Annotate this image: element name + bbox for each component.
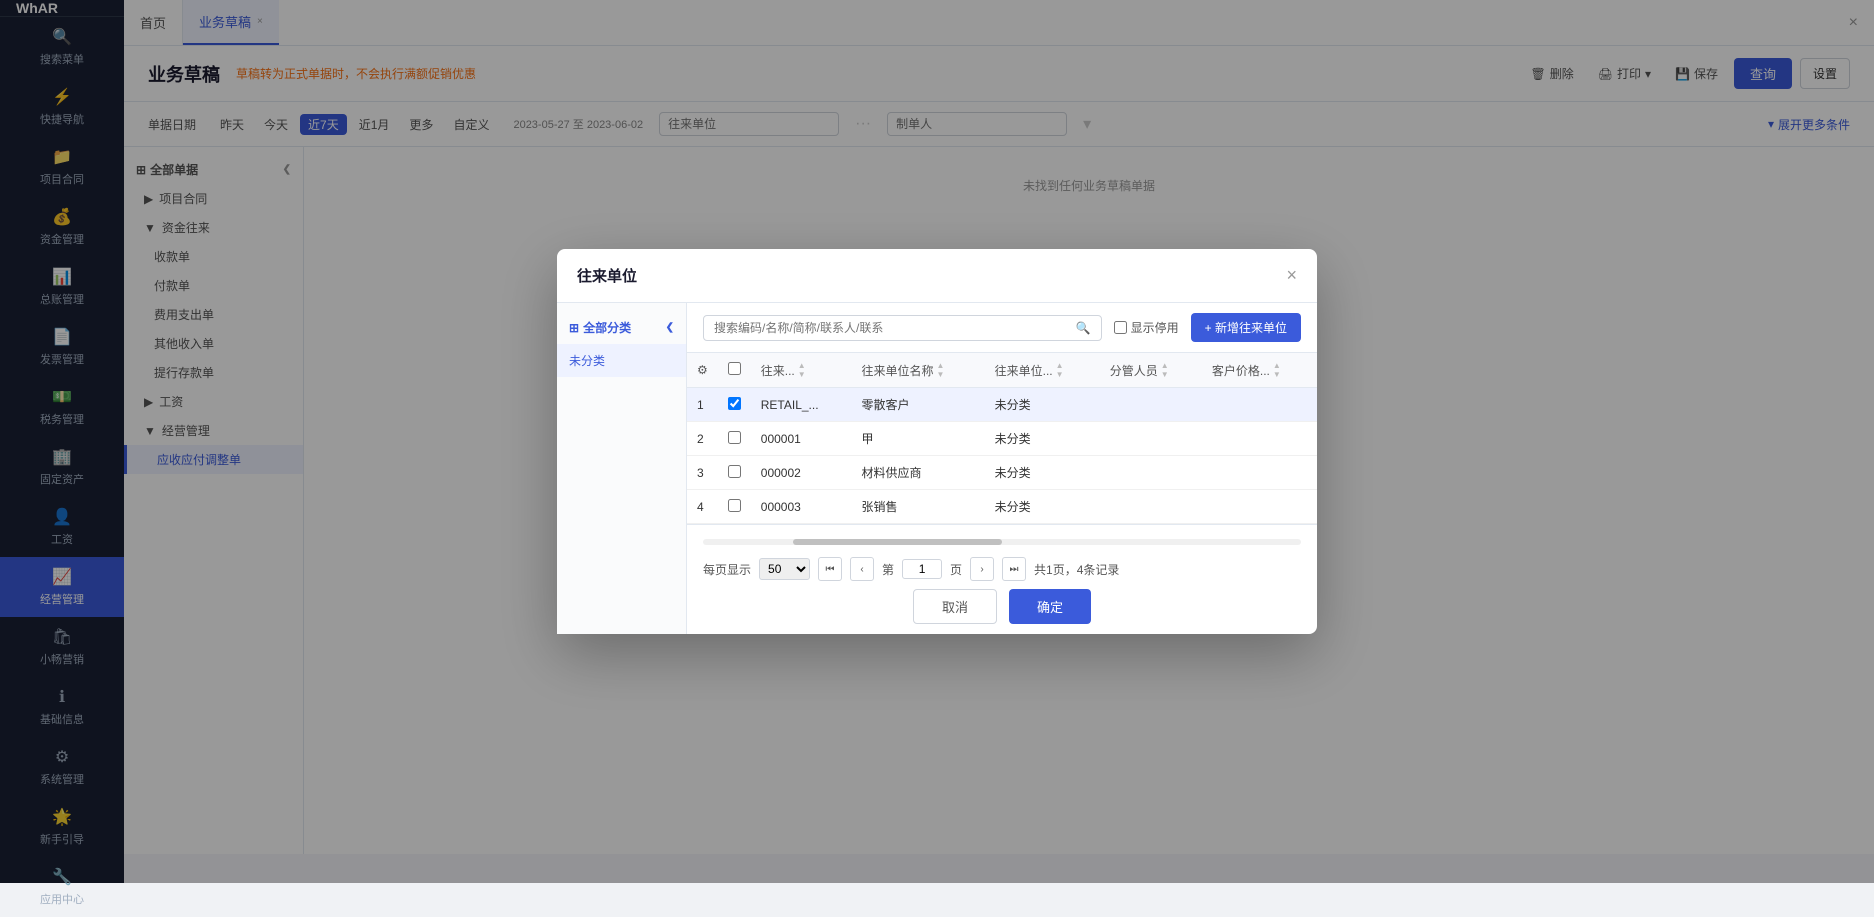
- scrollbar-track[interactable]: [703, 539, 1301, 545]
- row-checkbox[interactable]: [718, 422, 751, 456]
- row-select-checkbox[interactable]: [728, 465, 741, 478]
- row-select-checkbox[interactable]: [728, 397, 741, 410]
- sort-icons-mgr: ▲▼: [1161, 361, 1169, 379]
- dialog-search-box[interactable]: 🔍: [703, 315, 1102, 341]
- dialog-title: 往来单位: [577, 265, 637, 286]
- dialog-category-title: ⊞ 全部分类 ❮: [557, 311, 686, 344]
- sort-icons-price: ▲▼: [1273, 361, 1281, 379]
- last-page-button[interactable]: ⏭: [1002, 557, 1026, 581]
- row-config: 3: [687, 456, 718, 490]
- row-select-checkbox[interactable]: [728, 431, 741, 444]
- col-name-header[interactable]: 往来单位名称▲▼: [851, 353, 984, 388]
- row-name: 张销售: [851, 490, 984, 524]
- table-row[interactable]: 2 000001 甲 未分类: [687, 422, 1317, 456]
- row-config: 1: [687, 388, 718, 422]
- prev-page-button[interactable]: ‹: [850, 557, 874, 581]
- confirm-button[interactable]: 确定: [1009, 589, 1091, 624]
- row-manager: [1100, 388, 1202, 422]
- col-checkbox[interactable]: [718, 353, 751, 388]
- dialog-content: 🔍 显示停用 + 新增往来单位 ⚙: [687, 303, 1317, 634]
- row-price: [1202, 388, 1317, 422]
- dialog-sidebar: ⊞ 全部分类 ❮ 未分类: [557, 303, 687, 634]
- dialog-close-button[interactable]: ×: [1286, 265, 1297, 286]
- row-name: 甲: [851, 422, 984, 456]
- row-category: 未分类: [985, 388, 1100, 422]
- row-price: [1202, 490, 1317, 524]
- dialog-search-input[interactable]: [714, 321, 1070, 335]
- select-all-checkbox[interactable]: [728, 362, 741, 375]
- row-price: [1202, 422, 1317, 456]
- row-category: 未分类: [985, 490, 1100, 524]
- row-code: 000003: [751, 490, 852, 524]
- table-row[interactable]: 1 RETAIL_... 零散客户 未分类: [687, 388, 1317, 422]
- row-checkbox[interactable]: [718, 388, 751, 422]
- row-checkbox[interactable]: [718, 456, 751, 490]
- show-disabled-checkbox[interactable]: [1114, 321, 1127, 334]
- units-table: ⚙ 往来...▲▼ 往来单位名称▲▼ 往来单位...▲▼ 分管人员▲▼ 客户价格…: [687, 353, 1317, 524]
- show-disabled-checkbox-label[interactable]: 显示停用: [1114, 319, 1179, 336]
- col-code-header[interactable]: 往来...▲▼: [751, 353, 852, 388]
- next-page-button[interactable]: ›: [970, 557, 994, 581]
- row-name: 材料供应商: [851, 456, 984, 490]
- dialog-overlay[interactable]: 往来单位 × ⊞ 全部分类 ❮ 未分类: [0, 0, 1874, 883]
- row-checkbox[interactable]: [718, 490, 751, 524]
- page-input[interactable]: [902, 559, 942, 579]
- row-config: 2: [687, 422, 718, 456]
- col-category-header[interactable]: 往来单位...▲▼: [985, 353, 1100, 388]
- row-price: [1202, 456, 1317, 490]
- col-price-header[interactable]: 客户价格...▲▼: [1202, 353, 1317, 388]
- page-unit: 页: [950, 561, 962, 578]
- dialog-table: ⚙ 往来...▲▼ 往来单位名称▲▼ 往来单位...▲▼ 分管人员▲▼ 客户价格…: [687, 353, 1317, 524]
- grid-icon: ⊞: [569, 321, 579, 335]
- row-manager: [1100, 490, 1202, 524]
- dialog: 往来单位 × ⊞ 全部分类 ❮ 未分类: [557, 249, 1317, 634]
- dialog-body: ⊞ 全部分类 ❮ 未分类 🔍 显示停用: [557, 303, 1317, 634]
- table-header-row: ⚙ 往来...▲▼ 往来单位名称▲▼ 往来单位...▲▼ 分管人员▲▼ 客户价格…: [687, 353, 1317, 388]
- row-name: 零散客户: [851, 388, 984, 422]
- row-config: 4: [687, 490, 718, 524]
- sort-icons-name: ▲▼: [936, 361, 944, 379]
- sidebar-item-label: 应用中心: [40, 891, 84, 907]
- total-label: 共1页，4条记录: [1034, 561, 1119, 578]
- col-config[interactable]: ⚙: [687, 353, 718, 388]
- chevron-left-icon: ❮: [666, 322, 674, 333]
- row-category: 未分类: [985, 422, 1100, 456]
- add-unit-button[interactable]: + 新增往来单位: [1191, 313, 1301, 342]
- pagination: 每页显示 50 100 200 ⏮ ‹ 第 页 › ⏭ 共1页，4条记: [703, 557, 1301, 581]
- row-code: 000001: [751, 422, 852, 456]
- search-icon: 🔍: [1076, 321, 1091, 335]
- dialog-actions: 取消 确定: [703, 589, 1301, 624]
- row-category: 未分类: [985, 456, 1100, 490]
- first-page-button[interactable]: ⏮: [818, 557, 842, 581]
- row-manager: [1100, 456, 1202, 490]
- per-page-select[interactable]: 50 100 200: [759, 558, 810, 580]
- dialog-toolbar: 🔍 显示停用 + 新增往来单位: [687, 303, 1317, 353]
- row-select-checkbox[interactable]: [728, 499, 741, 512]
- scrollbar-thumb[interactable]: [793, 539, 1002, 545]
- sort-icons: ▲▼: [798, 361, 806, 379]
- row-code: 000002: [751, 456, 852, 490]
- dialog-header: 往来单位 ×: [557, 249, 1317, 303]
- page-label: 第: [882, 561, 894, 578]
- row-manager: [1100, 422, 1202, 456]
- dialog-footer: 每页显示 50 100 200 ⏮ ‹ 第 页 › ⏭ 共1页，4条记: [687, 524, 1317, 634]
- table-row[interactable]: 4 000003 张销售 未分类: [687, 490, 1317, 524]
- col-manager-header[interactable]: 分管人员▲▼: [1100, 353, 1202, 388]
- dialog-uncategorized[interactable]: 未分类: [557, 344, 686, 377]
- sort-icons-cat: ▲▼: [1056, 361, 1064, 379]
- cancel-button[interactable]: 取消: [913, 589, 997, 624]
- table-row[interactable]: 3 000002 材料供应商 未分类: [687, 456, 1317, 490]
- row-code: RETAIL_...: [751, 388, 852, 422]
- per-page-label: 每页显示: [703, 561, 751, 578]
